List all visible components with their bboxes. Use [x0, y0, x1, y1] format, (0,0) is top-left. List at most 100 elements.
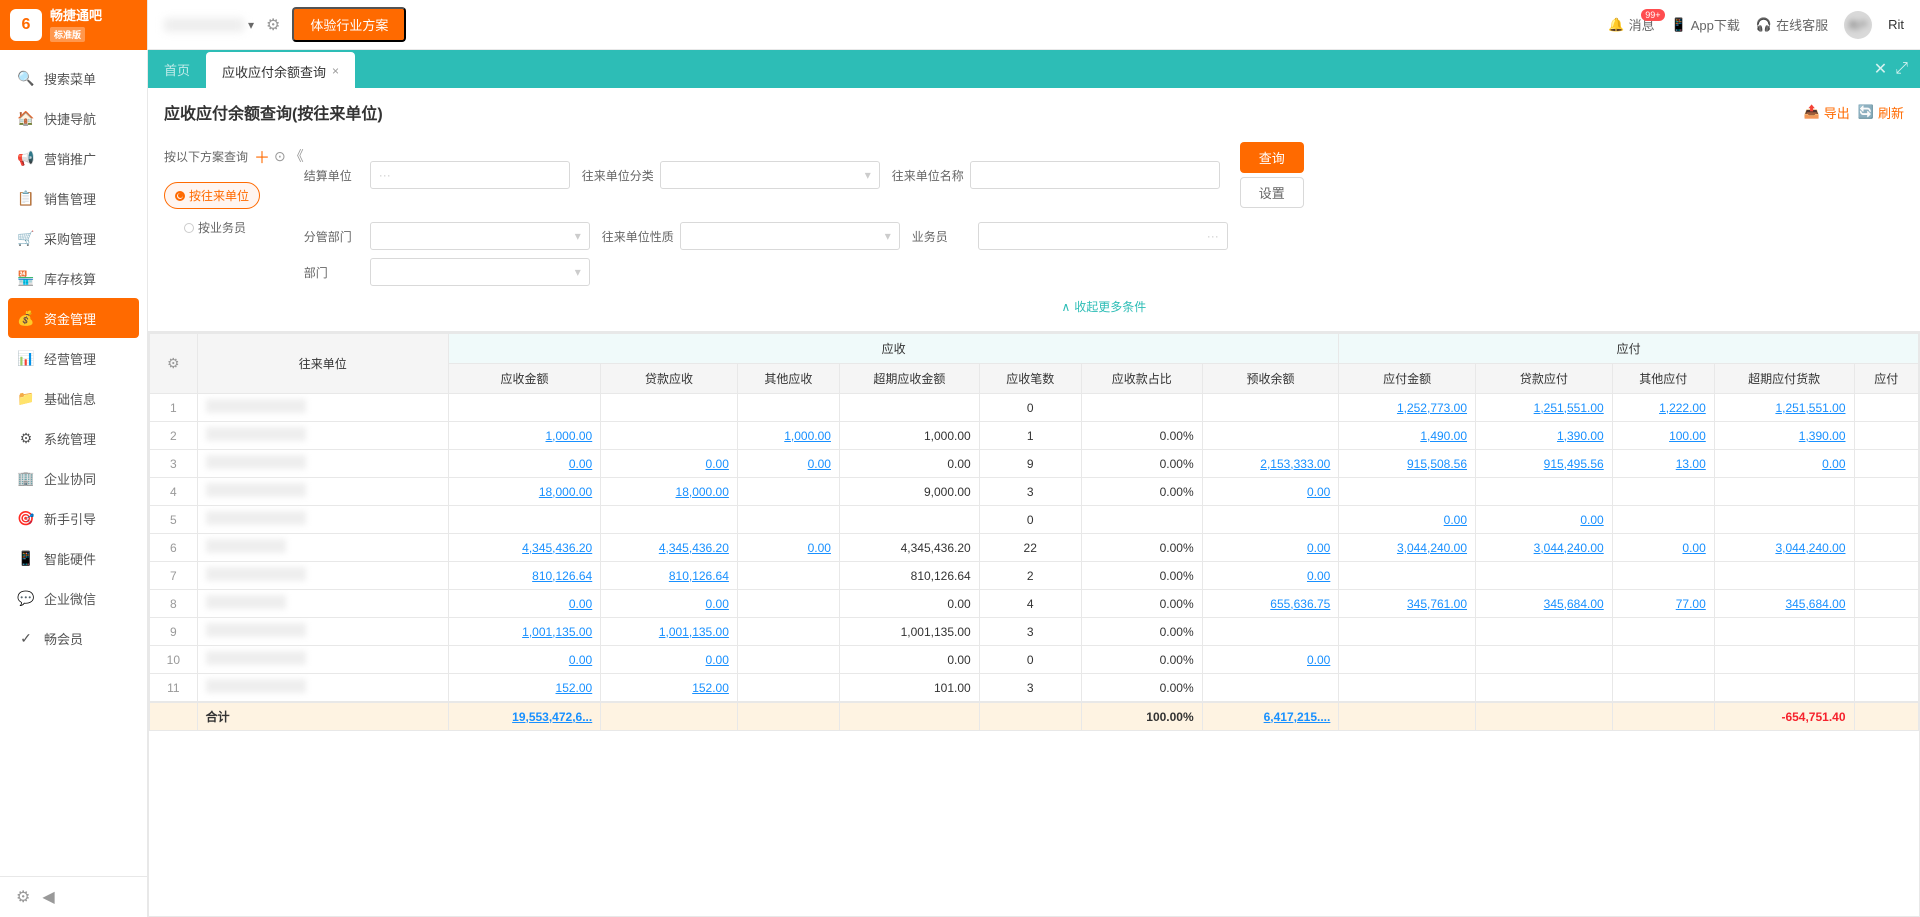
filter-label-name: 往来单位名称: [892, 167, 964, 184]
tab-close-icon[interactable]: ×: [332, 64, 339, 78]
logo-icon: 6: [10, 9, 42, 41]
filter-section: 部门 ▾: [304, 258, 590, 286]
online-service-item[interactable]: 🎧 在线客服: [1756, 15, 1828, 34]
sidebar-item-member[interactable]: ✓ 畅会员: [0, 618, 147, 658]
filter-dept: 分管部门 ▾: [304, 222, 590, 250]
sidebar-item-sales[interactable]: 📋 销售管理: [0, 178, 147, 218]
export-button[interactable]: 📤 导出: [1804, 103, 1850, 122]
content-header: 应收应付余额查询(按往来单位) 📤 导出 🔄 刷新 按以下方案查询: [148, 88, 1920, 332]
sidebar-item-enterprise[interactable]: 🏢 企业协同: [0, 458, 147, 498]
sidebar-item-inventory[interactable]: 🏪 库存核算: [0, 258, 147, 298]
sidebar-item-label: 新手引导: [44, 509, 96, 528]
app-download-label: App下载: [1691, 15, 1740, 34]
message-item[interactable]: 🔔 消息 99+: [1608, 15, 1654, 34]
sidebar-item-label: 快捷导航: [44, 109, 96, 128]
tab-close-window-icon[interactable]: ✕: [1874, 59, 1887, 79]
member-icon: ✓: [16, 628, 36, 648]
filter-dept-select[interactable]: ▾: [370, 222, 590, 250]
app-download-item[interactable]: 📱 App下载: [1671, 15, 1740, 34]
tab-ar-ap[interactable]: 应收应付余额查询 ×: [206, 52, 355, 90]
filter-section-select[interactable]: ▾: [370, 258, 590, 286]
th-ap-loan: 贷款应付: [1476, 364, 1613, 394]
sidebar-item-guide[interactable]: 🎯 新手引导: [0, 498, 147, 538]
search-icon: 🔍: [16, 68, 36, 88]
unit-name-cell: [197, 618, 448, 646]
gear-icon[interactable]: ⚙: [266, 15, 280, 35]
app-icon: 📱: [1671, 17, 1687, 33]
home-icon: 🏠: [16, 108, 36, 128]
sidebar-menu: 🔍 搜索菜单 🏠 快捷导航 📢 营销推广 📋 销售管理 🛒 采购管理 🏪 库存核…: [0, 50, 147, 876]
tab-home-label: 首页: [164, 60, 190, 79]
tab-fullscreen-icon[interactable]: ⤢: [1895, 60, 1908, 78]
unit-name-cell: [197, 394, 448, 422]
footer-ar-advance[interactable]: 6,417,215....: [1202, 702, 1339, 731]
footer-index: [150, 702, 198, 731]
logo-edition: 标准版: [50, 27, 85, 42]
th-ap-group: 应付: [1339, 334, 1919, 364]
sidebar-item-hardware[interactable]: 📱 智能硬件: [0, 538, 147, 578]
footer-ar-count: [979, 702, 1081, 731]
avatar[interactable]: 用户: [1844, 11, 1872, 39]
sidebar-item-wechat[interactable]: 💬 企业微信: [0, 578, 147, 618]
tabbar: 首页 应收应付余额查询 × ✕ ⤢: [148, 50, 1920, 88]
collapse-filter-icon[interactable]: 《: [290, 146, 304, 166]
table-row: 500.000.00: [150, 506, 1919, 534]
option-by-staff-label: 按业务员: [198, 219, 246, 236]
unit-name-cell: [197, 646, 448, 674]
sidebar-item-quicknav[interactable]: 🏠 快捷导航: [0, 98, 147, 138]
table-row: 30.000.000.000.0090.00%2,153,333.00915,5…: [150, 450, 1919, 478]
th-ap-last: 应付: [1854, 364, 1918, 394]
footer-ap-overdue: -654,751.40: [1714, 702, 1854, 731]
filter-row-2: 分管部门 ▾ 往来单位性质 ▾ 业务员: [304, 222, 1904, 250]
tab-home[interactable]: 首页: [148, 50, 206, 88]
option-by-unit[interactable]: 按往来单位: [164, 182, 260, 209]
setting-button[interactable]: 设置: [1240, 177, 1304, 208]
filter-label-settlement: 结算单位: [304, 167, 364, 184]
breadcrumb-arrow: ▾: [248, 18, 254, 32]
settings-bottom-icon[interactable]: ⚙: [16, 887, 30, 907]
table-settings-icon[interactable]: ⚙: [167, 355, 180, 371]
table-row: 100.000.000.0000.00%0.00: [150, 646, 1919, 674]
sidebar-item-finance[interactable]: 💰 资金管理: [8, 298, 139, 338]
sidebar-item-search[interactable]: 🔍 搜索菜单: [0, 58, 147, 98]
filter-name-input[interactable]: [970, 161, 1220, 189]
footer-ar-total[interactable]: 19,553,472,6...: [448, 702, 600, 731]
sidebar-item-basicinfo[interactable]: 📁 基础信息: [0, 378, 147, 418]
marketing-icon: 📢: [16, 148, 36, 168]
sidebar-item-label: 库存核算: [44, 269, 96, 288]
page-title: 应收应付余额查询(按往来单位): [164, 100, 383, 124]
online-service-label: 在线客服: [1776, 15, 1828, 34]
filter-salesperson-input[interactable]: ···: [978, 222, 1228, 250]
basicinfo-icon: 📁: [16, 388, 36, 408]
promo-button[interactable]: 体验行业方案: [292, 7, 406, 42]
sidebar-item-operation[interactable]: 📊 经营管理: [0, 338, 147, 378]
filter-settlement-input[interactable]: ···: [370, 161, 570, 189]
filter-row-1: 结算单位 ··· 往来单位分类 ▾ 往来单位名称: [304, 136, 1904, 214]
collapse-sidebar-icon[interactable]: ◀: [42, 887, 54, 907]
unit-name-cell: [197, 674, 448, 703]
sidebar-item-marketing[interactable]: 📢 营销推广: [0, 138, 147, 178]
sidebar-item-system[interactable]: ⚙ 系统管理: [0, 418, 147, 458]
refresh-button[interactable]: 🔄 刷新: [1858, 103, 1904, 122]
option-by-staff[interactable]: 按业务员: [164, 215, 304, 240]
data-table: ⚙ 往来单位 应收 应付 应收金额 贷款应收 其他应收 超期应收金额 应收笔数 …: [149, 333, 1919, 731]
table-row: 101,252,773.001,251,551.001,222.001,251,…: [150, 394, 1919, 422]
sidebar-item-label: 智能硬件: [44, 549, 96, 568]
unit-name-cell: [197, 422, 448, 450]
unit-name-cell: [197, 478, 448, 506]
settings-filter-icon[interactable]: ⊙: [274, 148, 286, 165]
collapse-button[interactable]: ∧ 收起更多条件: [1061, 298, 1146, 315]
filter-nature-select[interactable]: ▾: [680, 222, 900, 250]
sidebar-bottom: ⚙ ◀: [0, 876, 147, 917]
table-area: ⚙ 往来单位 应收 应付 应收金额 贷款应收 其他应收 超期应收金额 应收笔数 …: [148, 332, 1920, 917]
sidebar-item-purchase[interactable]: 🛒 采购管理: [0, 218, 147, 258]
hardware-icon: 📱: [16, 548, 36, 568]
table-row: 418,000.0018,000.009,000.0030.00%0.00: [150, 478, 1919, 506]
query-button[interactable]: 查询: [1240, 142, 1304, 173]
th-ar-overdue: 超期应收金额: [839, 364, 979, 394]
collapse-icon: ∧: [1061, 300, 1070, 314]
enterprise-icon: 🏢: [16, 468, 36, 488]
filter-category-select[interactable]: ▾: [660, 161, 880, 189]
table-row: 11152.00152.00101.0030.00%: [150, 674, 1919, 703]
add-filter-icon[interactable]: ＋: [254, 144, 270, 168]
